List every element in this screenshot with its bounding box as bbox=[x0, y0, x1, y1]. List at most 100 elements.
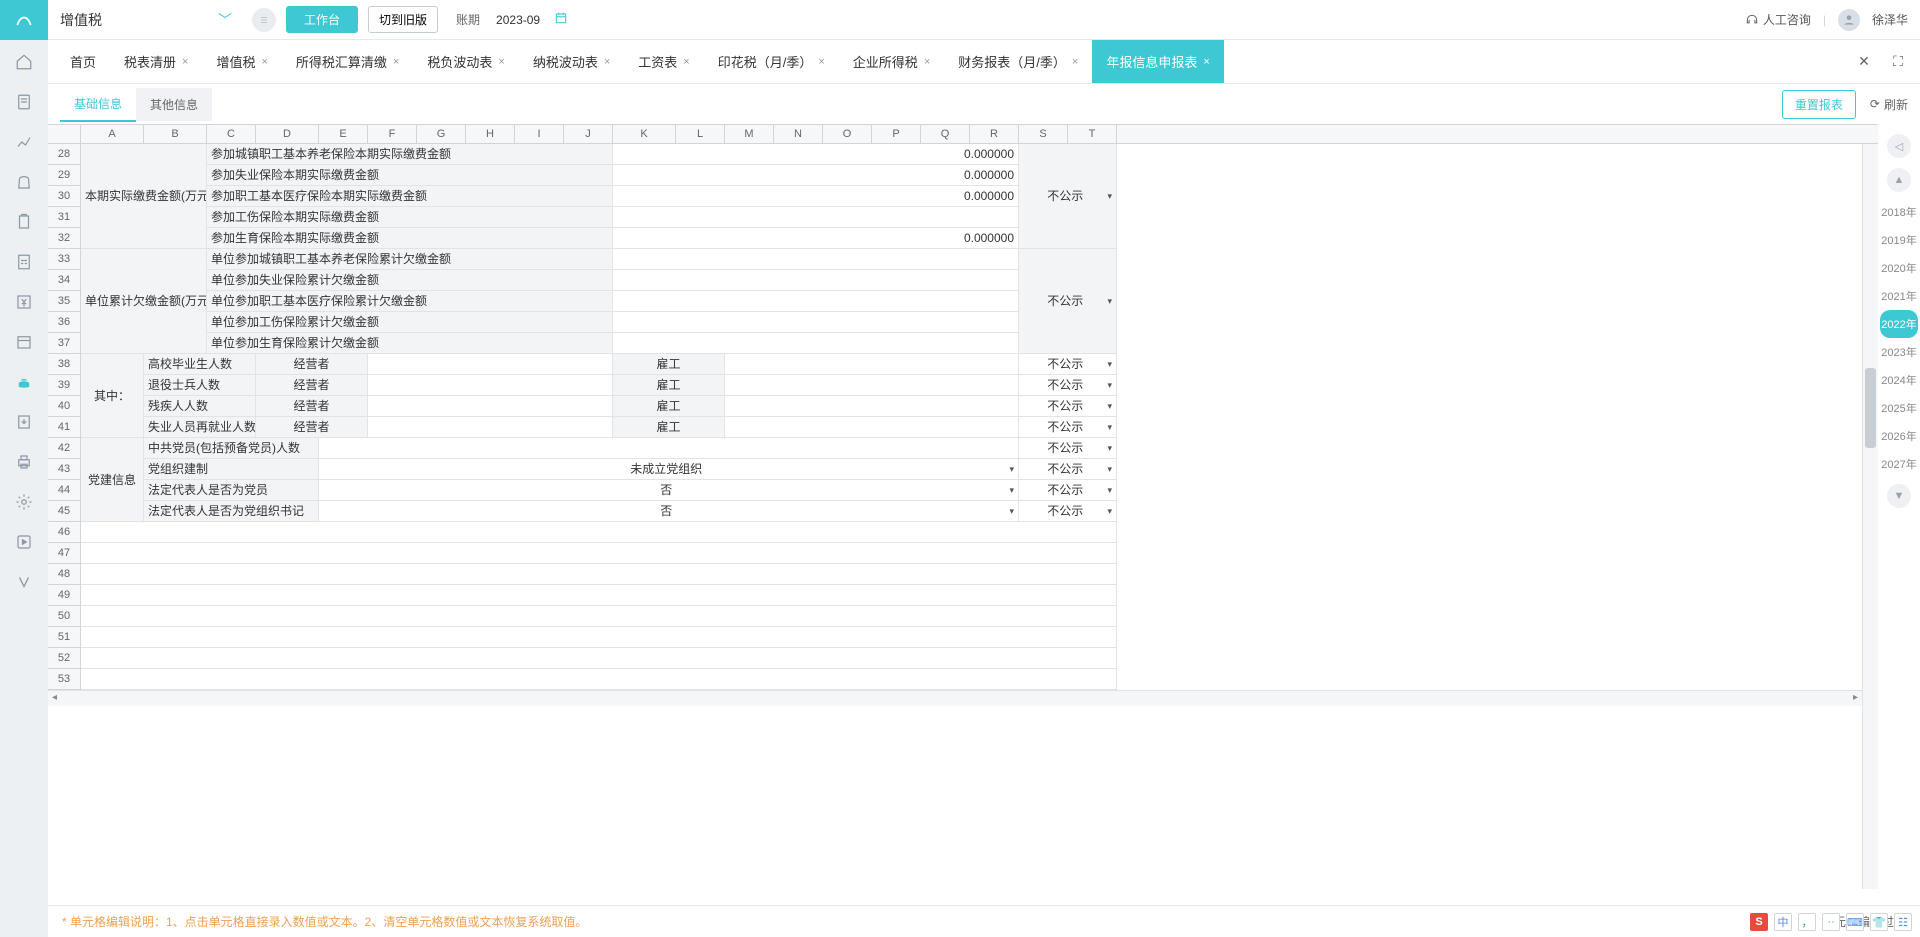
close-icon[interactable]: × bbox=[818, 56, 824, 68]
row-header[interactable]: 34 bbox=[48, 270, 81, 291]
tax-type-select[interactable]: 增值税 ﹀ bbox=[60, 10, 242, 30]
value-cell[interactable]: 0.000000 bbox=[613, 144, 1019, 165]
year-2023年[interactable]: 2023年 bbox=[1880, 338, 1918, 366]
value-cell[interactable]: 未成立党组织 bbox=[319, 459, 1019, 480]
year-2020年[interactable]: 2020年 bbox=[1880, 254, 1918, 282]
row-header[interactable]: 42 bbox=[48, 438, 81, 459]
value-cell[interactable] bbox=[368, 396, 613, 417]
col-header-E[interactable]: E bbox=[319, 125, 368, 143]
year-2025年[interactable]: 2025年 bbox=[1880, 394, 1918, 422]
value-cell[interactable] bbox=[613, 207, 1019, 228]
nav-play-icon[interactable] bbox=[0, 524, 48, 560]
row-header[interactable]: 38 bbox=[48, 354, 81, 375]
value-cell[interactable]: 否 bbox=[319, 501, 1019, 522]
display-select[interactable]: 不公示 bbox=[1019, 354, 1117, 375]
close-icon[interactable]: × bbox=[1203, 56, 1209, 68]
vertical-scrollbar-thumb[interactable] bbox=[1865, 368, 1876, 448]
tab-财务报表（月/季）[interactable]: 财务报表（月/季）× bbox=[944, 40, 1092, 83]
ime-icon[interactable]: S bbox=[1750, 913, 1768, 931]
close-icon[interactable]: × bbox=[683, 56, 689, 68]
reset-report-button[interactable]: 重置报表 bbox=[1782, 90, 1856, 119]
value-cell[interactable] bbox=[368, 354, 613, 375]
expand-tabs-button[interactable]: ⛶ bbox=[1884, 48, 1912, 76]
empty-cell[interactable] bbox=[81, 606, 1117, 627]
tab-税负波动表[interactable]: 税负波动表× bbox=[413, 40, 518, 83]
col-header-J[interactable]: J bbox=[564, 125, 613, 143]
close-icon[interactable]: × bbox=[261, 56, 267, 68]
value-cell[interactable] bbox=[613, 312, 1019, 333]
empty-cell[interactable] bbox=[81, 648, 1117, 669]
year-down-icon[interactable]: ▼ bbox=[1887, 484, 1911, 508]
ime-icon[interactable]: ·· bbox=[1822, 913, 1840, 931]
row-header[interactable]: 52 bbox=[48, 648, 81, 669]
row-header[interactable]: 33 bbox=[48, 249, 81, 270]
tab-所得税汇算清缴[interactable]: 所得税汇算清缴× bbox=[282, 40, 413, 83]
empty-cell[interactable] bbox=[81, 543, 1117, 564]
row-header[interactable]: 31 bbox=[48, 207, 81, 228]
nav-export-icon[interactable] bbox=[0, 404, 48, 440]
col-header-N[interactable]: N bbox=[774, 125, 823, 143]
close-icon[interactable]: × bbox=[604, 56, 610, 68]
close-tab-button[interactable]: ✕ bbox=[1850, 48, 1878, 76]
year-up-icon[interactable]: ▲ bbox=[1887, 168, 1911, 192]
col-header-A[interactable]: A bbox=[81, 125, 144, 143]
col-header-P[interactable]: P bbox=[872, 125, 921, 143]
value-cell[interactable]: 否 bbox=[319, 480, 1019, 501]
consult-link[interactable]: 人工咨询 bbox=[1745, 11, 1811, 28]
year-2026年[interactable]: 2026年 bbox=[1880, 422, 1918, 450]
col-header-R[interactable]: R bbox=[970, 125, 1019, 143]
close-icon[interactable]: × bbox=[1072, 56, 1078, 68]
row-header[interactable]: 39 bbox=[48, 375, 81, 396]
value-cell[interactable] bbox=[613, 270, 1019, 291]
col-header-L[interactable]: L bbox=[676, 125, 725, 143]
nav-clipboard-icon[interactable] bbox=[0, 204, 48, 240]
value-cell[interactable] bbox=[725, 396, 1019, 417]
col-header-K[interactable]: K bbox=[613, 125, 676, 143]
value-cell[interactable] bbox=[368, 417, 613, 438]
display-select[interactable]: 不公示 bbox=[1019, 480, 1117, 501]
row-header[interactable]: 30 bbox=[48, 186, 81, 207]
year-2019年[interactable]: 2019年 bbox=[1880, 226, 1918, 254]
nav-calc-icon[interactable] bbox=[0, 244, 48, 280]
tab-工资表[interactable]: 工资表× bbox=[624, 40, 703, 83]
value-cell[interactable] bbox=[319, 438, 1019, 459]
tab-企业所得税[interactable]: 企业所得税× bbox=[839, 40, 944, 83]
nav-calendar-icon[interactable] bbox=[0, 324, 48, 360]
nav-gear-icon[interactable] bbox=[0, 484, 48, 520]
empty-cell[interactable] bbox=[81, 564, 1117, 585]
calendar-icon[interactable] bbox=[554, 11, 568, 28]
nav-active-icon[interactable] bbox=[0, 364, 48, 400]
close-icon[interactable]: × bbox=[182, 56, 188, 68]
col-header-M[interactable]: M bbox=[725, 125, 774, 143]
year-2027年[interactable]: 2027年 bbox=[1880, 450, 1918, 478]
empty-cell[interactable] bbox=[81, 522, 1117, 543]
ime-icon[interactable]: ， bbox=[1798, 913, 1816, 931]
row-header[interactable]: 32 bbox=[48, 228, 81, 249]
col-header-G[interactable]: G bbox=[417, 125, 466, 143]
nav-doc-icon[interactable] bbox=[0, 84, 48, 120]
value-cell[interactable] bbox=[613, 291, 1019, 312]
tab-年报信息申报表[interactable]: 年报信息申报表× bbox=[1092, 40, 1223, 83]
col-header-F[interactable]: F bbox=[368, 125, 417, 143]
ime-icon[interactable]: ☷ bbox=[1894, 913, 1912, 931]
col-header-H[interactable]: H bbox=[466, 125, 515, 143]
row-header[interactable]: 35 bbox=[48, 291, 81, 312]
row-header[interactable]: 41 bbox=[48, 417, 81, 438]
row-header[interactable]: 53 bbox=[48, 669, 81, 690]
empty-cell[interactable] bbox=[81, 669, 1117, 690]
username[interactable]: 徐泽华 bbox=[1872, 11, 1908, 28]
year-2024年[interactable]: 2024年 bbox=[1880, 366, 1918, 394]
row-header[interactable]: 28 bbox=[48, 144, 81, 165]
value-cell[interactable] bbox=[368, 375, 613, 396]
row-header[interactable]: 45 bbox=[48, 501, 81, 522]
row-header[interactable]: 40 bbox=[48, 396, 81, 417]
value-cell[interactable] bbox=[613, 333, 1019, 354]
display-select[interactable]: 不公示 bbox=[1019, 438, 1117, 459]
workspace-button[interactable]: 工作台 bbox=[286, 6, 358, 33]
year-collapse-left-icon[interactable]: ◁ bbox=[1887, 134, 1911, 158]
select-all-corner[interactable] bbox=[48, 125, 81, 143]
year-2022年[interactable]: 2022年 bbox=[1880, 310, 1918, 338]
row-header[interactable]: 44 bbox=[48, 480, 81, 501]
ime-icon[interactable]: 中 bbox=[1774, 913, 1792, 931]
vertical-scrollbar[interactable] bbox=[1862, 144, 1878, 889]
